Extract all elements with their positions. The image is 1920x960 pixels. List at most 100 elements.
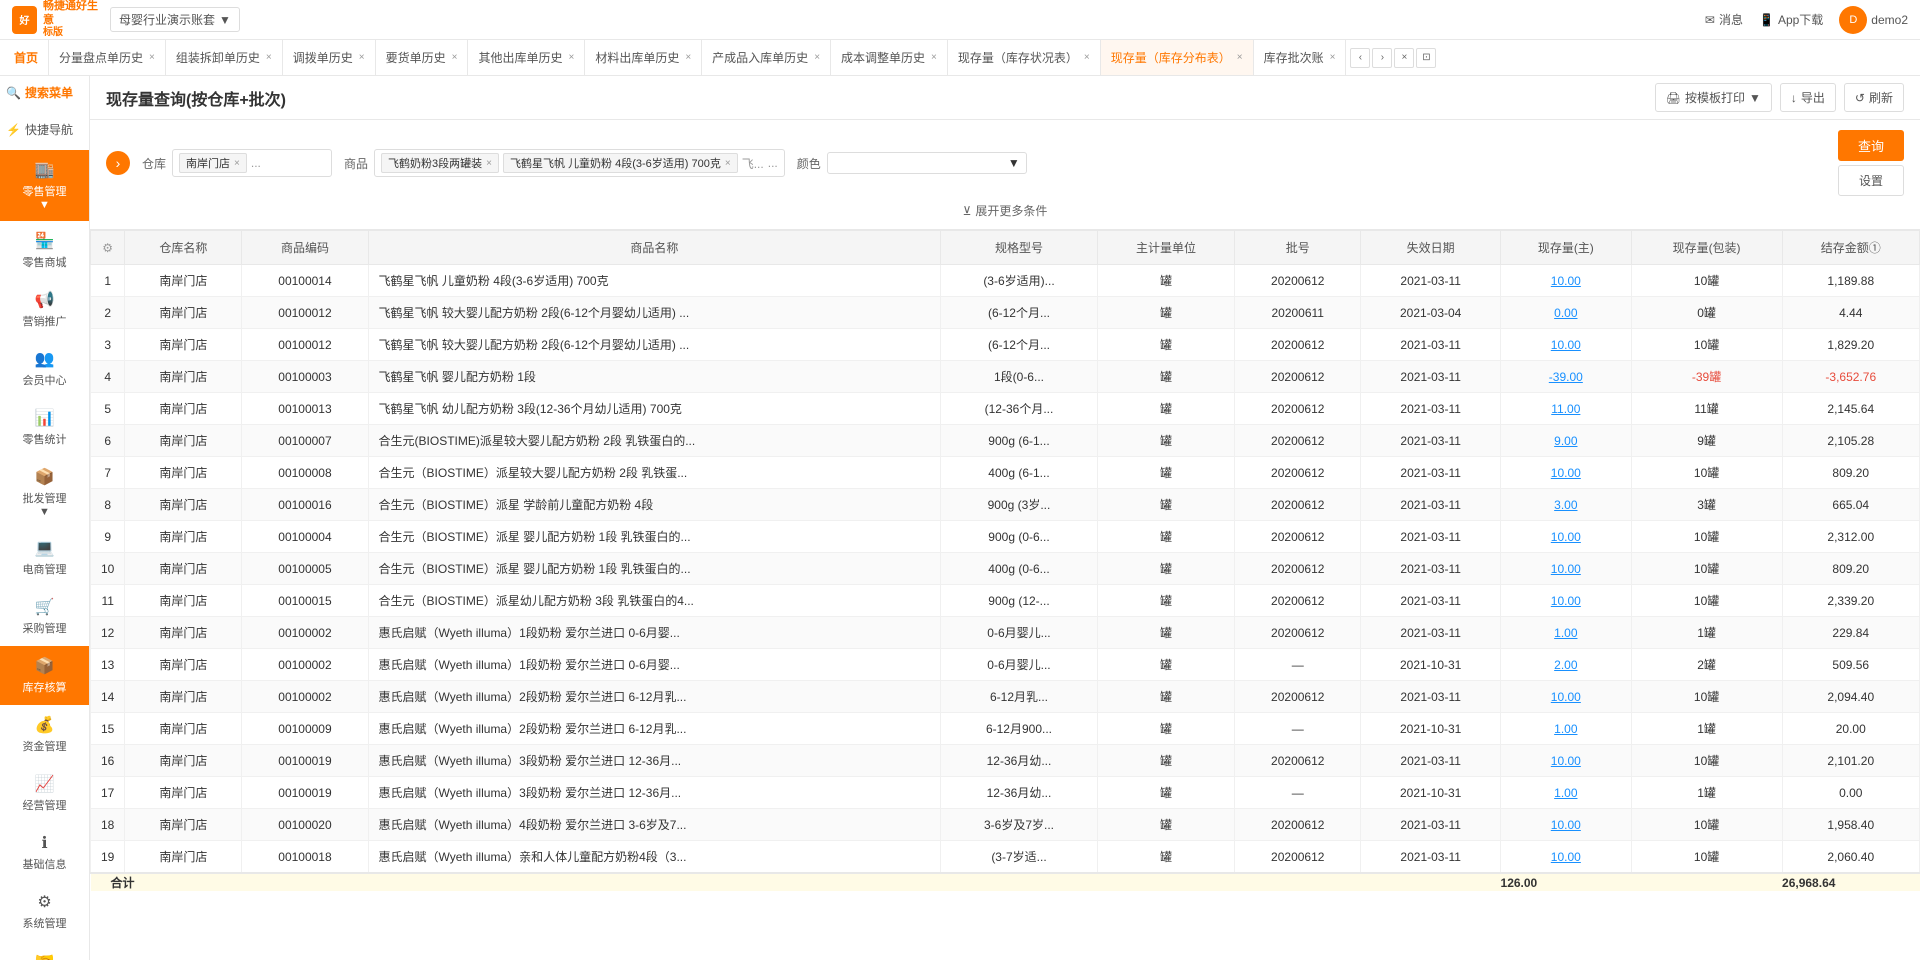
export-button[interactable]: ↓ 导出 <box>1780 83 1836 112</box>
row-qty-main[interactable]: 10.00 <box>1501 585 1632 617</box>
tab-next-arrow[interactable]: › <box>1372 48 1392 68</box>
row-batch: 20200612 <box>1235 457 1361 489</box>
app-download-btn[interactable]: 📱 App下载 <box>1759 11 1823 28</box>
product-more[interactable]: 飞... <box>742 155 764 172</box>
row-name: 合生元（BIOSTIME）派星 婴儿配方奶粉 1段 乳铁蛋白的... <box>368 553 941 585</box>
user-area[interactable]: D demo2 <box>1839 6 1908 34</box>
message-btn[interactable]: ✉ 消息 <box>1705 11 1743 28</box>
close-icon[interactable]: × <box>814 52 820 63</box>
row-code: 00100002 <box>242 617 368 649</box>
row-balance: 2,339.20 <box>1782 585 1919 617</box>
row-qty-main[interactable]: 10.00 <box>1501 681 1632 713</box>
nav-icon: ⚡ <box>6 123 21 137</box>
row-qty-main[interactable]: 10.00 <box>1501 457 1632 489</box>
sidebar-item-system[interactable]: ⚙ 系统管理 <box>0 882 89 941</box>
query-button[interactable]: 查询 <box>1838 130 1904 161</box>
tab-prev-arrow[interactable]: ‹ <box>1350 48 1370 68</box>
sidebar-item-purchase[interactable]: 🛒 采购管理 <box>0 587 89 646</box>
remove-product-tag-1[interactable]: × <box>486 158 492 169</box>
row-qty-main[interactable]: 2.00 <box>1501 649 1632 681</box>
expand-down-icon: ⊻ <box>963 204 972 218</box>
tab-11[interactable]: 库存批次账 × <box>1254 40 1347 76</box>
remove-warehouse-tag[interactable]: × <box>234 158 240 169</box>
sidebar-item-inventory[interactable]: 📦 库存核算 <box>0 646 89 705</box>
close-icon[interactable]: × <box>452 52 458 63</box>
expand-conditions-btn[interactable]: ⊻ 展开更多条件 <box>106 202 1904 219</box>
row-no: 17 <box>91 777 125 809</box>
close-icon[interactable]: × <box>1084 52 1090 63</box>
sidebar-item-member[interactable]: 👥 会员中心 <box>0 339 89 398</box>
row-qty-main[interactable]: 0.00 <box>1501 297 1632 329</box>
row-qty-main[interactable]: 10.00 <box>1501 809 1632 841</box>
sidebar-nav-label[interactable]: ⚡ 快捷导航 <box>0 113 89 146</box>
table-row: 6 南岸门店 00100007 合生元(BIOSTIME)派星较大婴儿配方奶粉 … <box>91 425 1920 457</box>
close-icon[interactable]: × <box>1237 52 1243 63</box>
row-qty-main[interactable]: 1.00 <box>1501 617 1632 649</box>
tab-5[interactable]: 其他出库单历史 × <box>468 40 585 76</box>
filter-expand-arrow[interactable]: › <box>106 151 130 175</box>
remove-product-tag-2[interactable]: × <box>725 158 731 169</box>
row-qty-main[interactable]: 9.00 <box>1501 425 1632 457</box>
close-icon[interactable]: × <box>685 52 691 63</box>
print-icon: 🖨 <box>1666 91 1681 105</box>
sidebar-item-wholesale[interactable]: 📦 批发管理 ▼ <box>0 457 89 528</box>
setting-button[interactable]: 设置 <box>1838 165 1904 196</box>
row-name: 惠氏启赋（Wyeth illuma）3段奶粉 爱尔兰进口 12-36月... <box>368 777 941 809</box>
tab-7[interactable]: 产成品入库单历史 × <box>702 40 831 76</box>
product-input[interactable]: 飞鹤奶粉3段两罐装 × 飞鹤星飞帆 儿童奶粉 4段(3-6岁适用) 700克 ×… <box>374 149 785 177</box>
tab-6[interactable]: 材料出库单历史 × <box>585 40 702 76</box>
tab-menu-arrow[interactable]: ⊡ <box>1416 48 1436 68</box>
sidebar-search[interactable]: 🔍 搜索菜单 <box>0 76 89 109</box>
gear-icon[interactable]: ⚙ <box>102 241 113 255</box>
row-qty-main[interactable]: 3.00 <box>1501 489 1632 521</box>
close-icon[interactable]: × <box>1330 52 1336 63</box>
row-qty-main[interactable]: 10.00 <box>1501 329 1632 361</box>
row-qty-main[interactable]: 10.00 <box>1501 841 1632 874</box>
color-input[interactable]: ▼ <box>827 152 1027 174</box>
tab-1[interactable]: 分量盘点单历史 × <box>49 40 166 76</box>
product-dots[interactable]: ... <box>768 156 778 170</box>
industry-selector[interactable]: 母婴行业演示账套 ▼ <box>110 7 240 32</box>
row-qty-main[interactable]: 1.00 <box>1501 713 1632 745</box>
row-qty-main[interactable]: 10.00 <box>1501 745 1632 777</box>
row-qty-pack: 11罐 <box>1631 393 1782 425</box>
row-qty-main[interactable]: 10.00 <box>1501 521 1632 553</box>
row-spec: (3-7岁适... <box>941 841 1098 874</box>
row-qty-main[interactable]: 10.00 <box>1501 265 1632 297</box>
close-icon[interactable]: × <box>568 52 574 63</box>
print-button[interactable]: 🖨 按模板打印 ▼ <box>1655 83 1772 112</box>
sidebar-item-ecommerce[interactable]: 💻 电商管理 <box>0 528 89 587</box>
close-icon[interactable]: × <box>149 52 155 63</box>
sidebar-item-retail-mgmt[interactable]: 🏬 零售管理 ▼ <box>0 150 89 221</box>
sidebar-item-collab[interactable]: 🤝 企业协同 <box>0 941 89 960</box>
row-expiry: 2021-03-11 <box>1361 745 1501 777</box>
sidebar-item-marketing[interactable]: 📢 营销推广 <box>0 280 89 339</box>
row-qty-main[interactable]: 10.00 <box>1501 553 1632 585</box>
close-icon[interactable]: × <box>931 52 937 63</box>
col-setting[interactable]: ⚙ <box>91 231 125 265</box>
sidebar-item-retail-shop[interactable]: 🏪 零售商城 <box>0 221 89 280</box>
tab-9[interactable]: 现存量（库存状况表）× <box>948 40 1101 76</box>
warehouse-input[interactable]: 南岸门店 × ... <box>172 149 332 177</box>
tab-4[interactable]: 要货单历史 × <box>376 40 469 76</box>
row-qty-main[interactable]: 11.00 <box>1501 393 1632 425</box>
row-qty-main[interactable]: 1.00 <box>1501 777 1632 809</box>
row-qty-main[interactable]: -39.00 <box>1501 361 1632 393</box>
tab-10-active[interactable]: 现存量（库存分布表）× <box>1101 40 1254 76</box>
row-name: 飞鹤星飞帆 较大婴儿配方奶粉 2段(6-12个月婴幼儿适用) ... <box>368 297 941 329</box>
sidebar-item-basic-info[interactable]: ℹ 基础信息 <box>0 823 89 882</box>
refresh-button[interactable]: ↺ 刷新 <box>1844 83 1904 112</box>
row-expiry: 2021-03-11 <box>1361 841 1501 874</box>
tab-3[interactable]: 调拨单历史 × <box>283 40 376 76</box>
tab-home[interactable]: 首页 <box>4 40 49 76</box>
close-icon[interactable]: × <box>359 52 365 63</box>
row-batch: — <box>1235 713 1361 745</box>
sidebar-item-retail-stats[interactable]: 📊 零售统计 <box>0 398 89 457</box>
tab-2[interactable]: 组装拆卸单历史 × <box>166 40 283 76</box>
tab-8[interactable]: 成本调整单历史 × <box>831 40 948 76</box>
tab-close-arrow[interactable]: × <box>1394 48 1414 68</box>
sidebar-item-finance[interactable]: 💰 资金管理 <box>0 705 89 764</box>
warehouse-more[interactable]: ... <box>251 156 261 170</box>
sidebar-item-business[interactable]: 📈 经营管理 <box>0 764 89 823</box>
close-icon[interactable]: × <box>266 52 272 63</box>
